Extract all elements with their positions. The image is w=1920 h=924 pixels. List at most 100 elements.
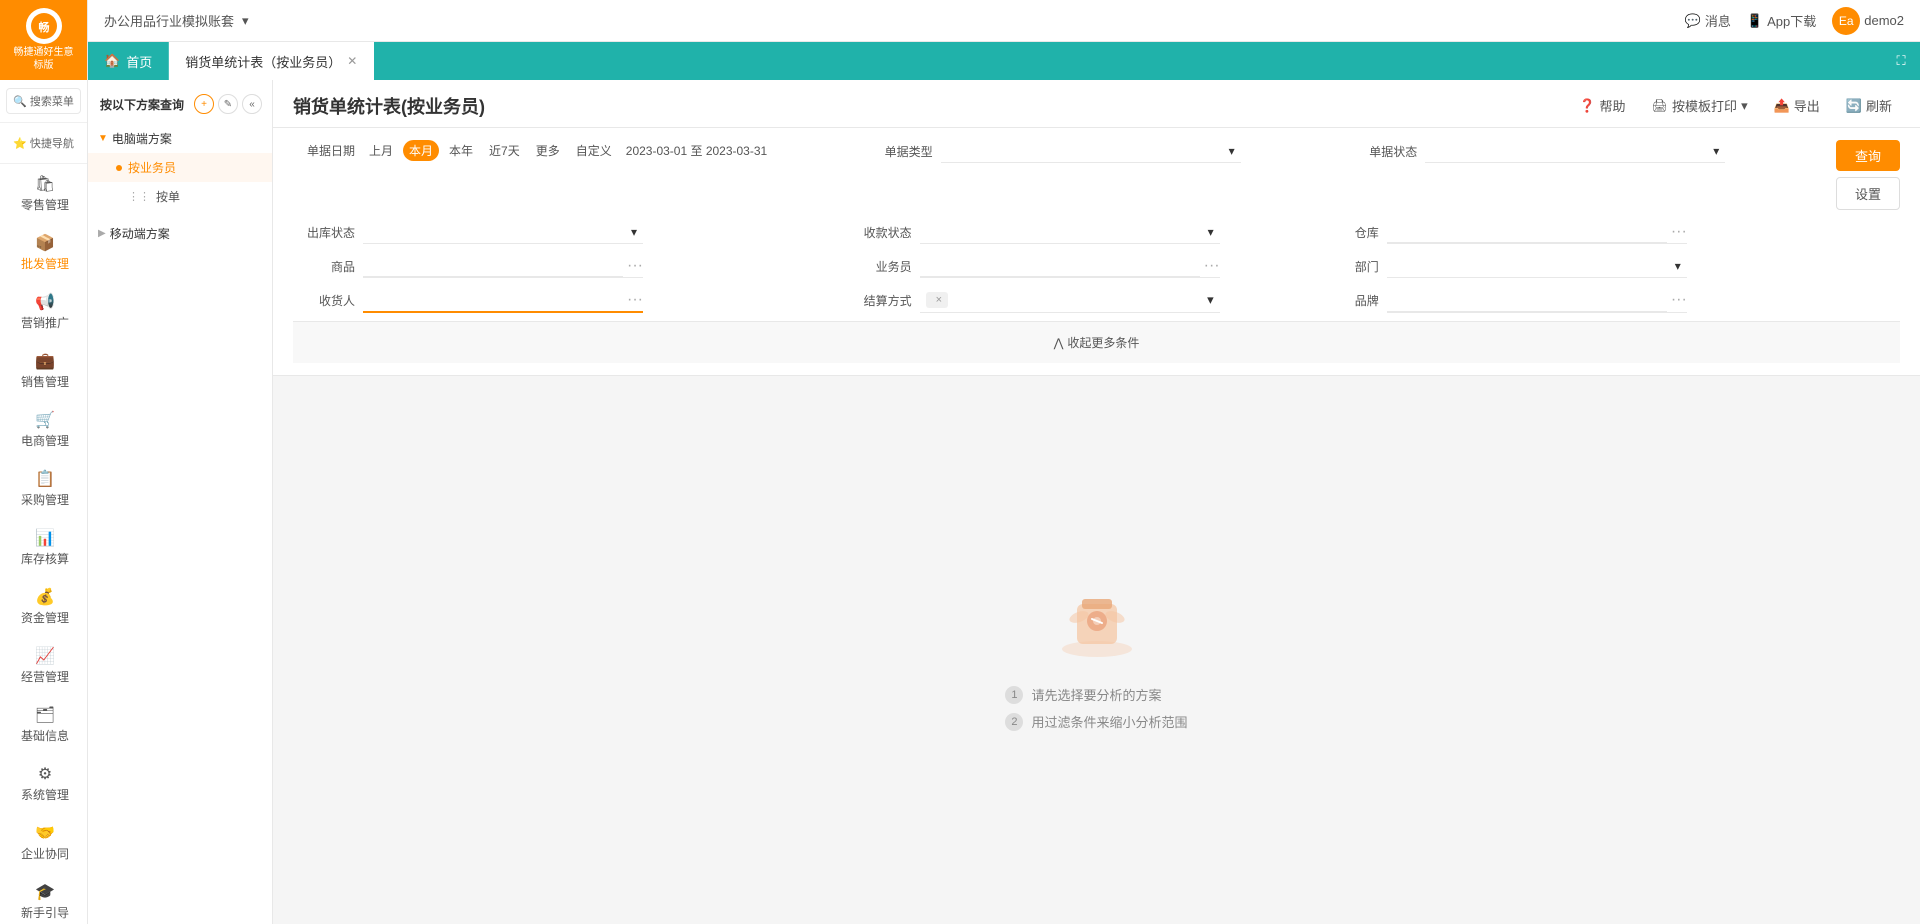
sidebar-item-finance[interactable]: 💰 资金管理 [0,577,87,636]
payment-status-dropdown: ▾ [1208,225,1214,239]
date-more[interactable]: 更多 [530,140,566,161]
sidebar-item-base[interactable]: 🗂 基础信息 [0,695,87,754]
tab-expand-button[interactable]: ⛶ [1882,42,1920,80]
dept-select[interactable]: ▾ [1387,255,1687,278]
print-dropdown-icon: ▾ [1741,98,1748,114]
app-dropdown-icon[interactable]: ▾ [242,13,249,29]
date-this-year[interactable]: 本年 [443,140,479,161]
goods-more-icon[interactable]: ··· [627,257,643,275]
sidebar-menu: 🛍 零售管理 📦 批发管理 📢 营销推广 💼 销售管理 🛒 电商管理 📋 采购管… [0,164,87,924]
sidebar: 畅 畅捷通好生意 标版 🔍 搜索菜单 ⭐ 快捷导航 🛍 零售管理 📦 批发管理 … [0,0,88,924]
app-download-button[interactable]: 📱 App下载 [1747,11,1816,30]
message-icon: 💬 [1685,13,1701,29]
sales-icon: 💼 [35,351,55,371]
page-title: 销货单统计表(按业务员) [293,93,485,119]
staff-more-icon[interactable]: ··· [1204,257,1220,275]
search-menu-button[interactable]: 🔍 搜索菜单 [6,88,81,114]
warehouse-label: 仓库 [1317,224,1387,241]
query-button[interactable]: 查询 [1836,140,1900,171]
user-menu[interactable]: Ea demo2 [1832,7,1904,35]
date-custom[interactable]: 自定义 [570,140,618,161]
newuser-icon: 🎓 [35,882,55,902]
panel-section-pc: ▼ 电脑端方案 按业务员 ⋮⋮ 按单 [88,120,272,215]
collapse-button[interactable]: ⋀ 收起更多条件 [293,321,1900,363]
warehouse-more-icon[interactable]: ··· [1671,223,1687,241]
doc-status-dropdown: ▾ [1713,144,1719,158]
purchase-icon: 📋 [35,469,55,489]
tab-sales-stat[interactable]: 销货单统计表（按业务员） ✕ [169,42,374,80]
query-buttons: 查询 设置 [1836,140,1900,210]
recipient-input[interactable] [363,289,623,311]
section-arrow-right: ▶ [98,228,106,239]
warehouse-input[interactable] [1387,220,1667,243]
tab-close-icon[interactable]: ✕ [347,54,357,68]
sidebar-item-inventory[interactable]: 📊 库存核算 [0,518,87,577]
refresh-button[interactable]: 🔄 刷新 [1838,92,1900,119]
sidebar-item-operations[interactable]: 📈 经营管理 [0,636,87,695]
goods-input[interactable] [363,254,623,277]
sidebar-item-purchase[interactable]: 📋 采购管理 [0,459,87,518]
empty-tips: 1 请先选择要分析的方案 2 用过滤条件来缩小分析范围 [1005,685,1187,731]
settings-button[interactable]: 设置 [1836,177,1900,210]
page-actions: ❓ 帮助 🖨 按模板打印 ▾ 📤 导出 🔄 刷新 [1571,92,1900,119]
doc-type-dropdown: ▾ [1229,144,1235,158]
print-icon: 🖨 [1652,98,1669,114]
sidebar-search: 🔍 搜索菜单 [0,80,87,123]
brand-more-icon[interactable]: ··· [1671,291,1687,309]
export-icon: 📤 [1774,98,1790,114]
panel-section-pc-header[interactable]: ▼ 电脑端方案 [88,124,272,153]
date-label: 单据日期 [293,142,363,159]
doc-status-label: 单据状态 [1355,143,1425,160]
doc-status-select[interactable]: ▾ [1425,140,1725,163]
right-content: 销货单统计表(按业务员) ❓ 帮助 🖨 按模板打印 ▾ 📤 导出 [273,80,1920,924]
download-icon: 📱 [1747,13,1763,29]
tip-num-1: 1 [1005,686,1023,704]
tab-home[interactable]: 🏠 首页 [88,42,169,80]
retail-icon: 🛍 [35,174,55,194]
panel-add-button[interactable]: + [194,94,214,114]
quick-nav-button[interactable]: ⭐ 快捷导航 [0,129,87,157]
payment-method-tag: × [926,292,948,308]
message-button[interactable]: 💬 消息 [1685,11,1731,30]
brand-label: 品牌 [1317,292,1387,309]
date-last-month[interactable]: 上月 [363,140,399,161]
payment-method-dropdown[interactable]: ▾ [1207,292,1214,308]
left-panel: 按以下方案查询 + ✎ « ▼ 电脑端方案 按业务员 ⋮⋮ 按 [88,80,273,924]
sidebar-item-newuser[interactable]: 🎓 新手引导 [0,872,87,924]
date-filter: 上月 本月 本年 近7天 更多 自定义 2023-03-01 至 2023-03… [363,140,851,161]
sidebar-item-sales[interactable]: 💼 销售管理 [0,341,87,400]
sidebar-item-marketing[interactable]: 📢 营销推广 [0,282,87,341]
brand-input[interactable] [1387,289,1667,312]
panel-sub-item-by-order[interactable]: ⋮⋮ 按单 [88,182,272,211]
sidebar-item-wholesale[interactable]: 📦 批发管理 [0,223,87,282]
panel-edit-button[interactable]: ✎ [218,94,238,114]
out-status-select[interactable]: ▾ [363,221,643,244]
payment-status-select[interactable]: ▾ [920,221,1220,244]
date-this-month[interactable]: 本月 [403,140,439,161]
sidebar-item-enterprise[interactable]: 🤝 企业协同 [0,813,87,872]
doc-type-select[interactable]: ▾ [941,140,1241,163]
sidebar-item-system[interactable]: ⚙ 系统管理 [0,754,87,813]
wholesale-icon: 📦 [35,233,55,253]
finance-icon: 💰 [35,587,55,607]
template-print-button[interactable]: 🖨 按模板打印 ▾ [1644,92,1756,119]
home-icon: 🏠 [104,53,120,69]
recipient-more-icon[interactable]: ··· [627,291,643,309]
payment-status-label: 收款状态 [850,224,920,241]
panel-item-by-staff[interactable]: 按业务员 [88,153,272,182]
help-button[interactable]: ❓ 帮助 [1571,92,1633,119]
sidebar-item-retail[interactable]: 🛍 零售管理 [0,164,87,223]
date-7days[interactable]: 近7天 [483,140,526,161]
system-icon: ⚙ [38,764,52,784]
panel-icons: + ✎ « [194,94,262,114]
nav-icon: ⭐ [13,137,27,150]
base-icon: 🗂 [35,705,55,725]
sidebar-item-ecommerce[interactable]: 🛒 电商管理 [0,400,87,459]
payment-method-clear[interactable]: × [936,294,942,306]
panel-title: 按以下方案查询 [100,96,184,113]
panel-section-mobile-header[interactable]: ▶ 移动端方案 [88,219,272,248]
panel-collapse-button[interactable]: « [242,94,262,114]
export-button[interactable]: 📤 导出 [1766,92,1828,119]
empty-illustration [1047,569,1147,669]
staff-input[interactable] [920,254,1200,277]
